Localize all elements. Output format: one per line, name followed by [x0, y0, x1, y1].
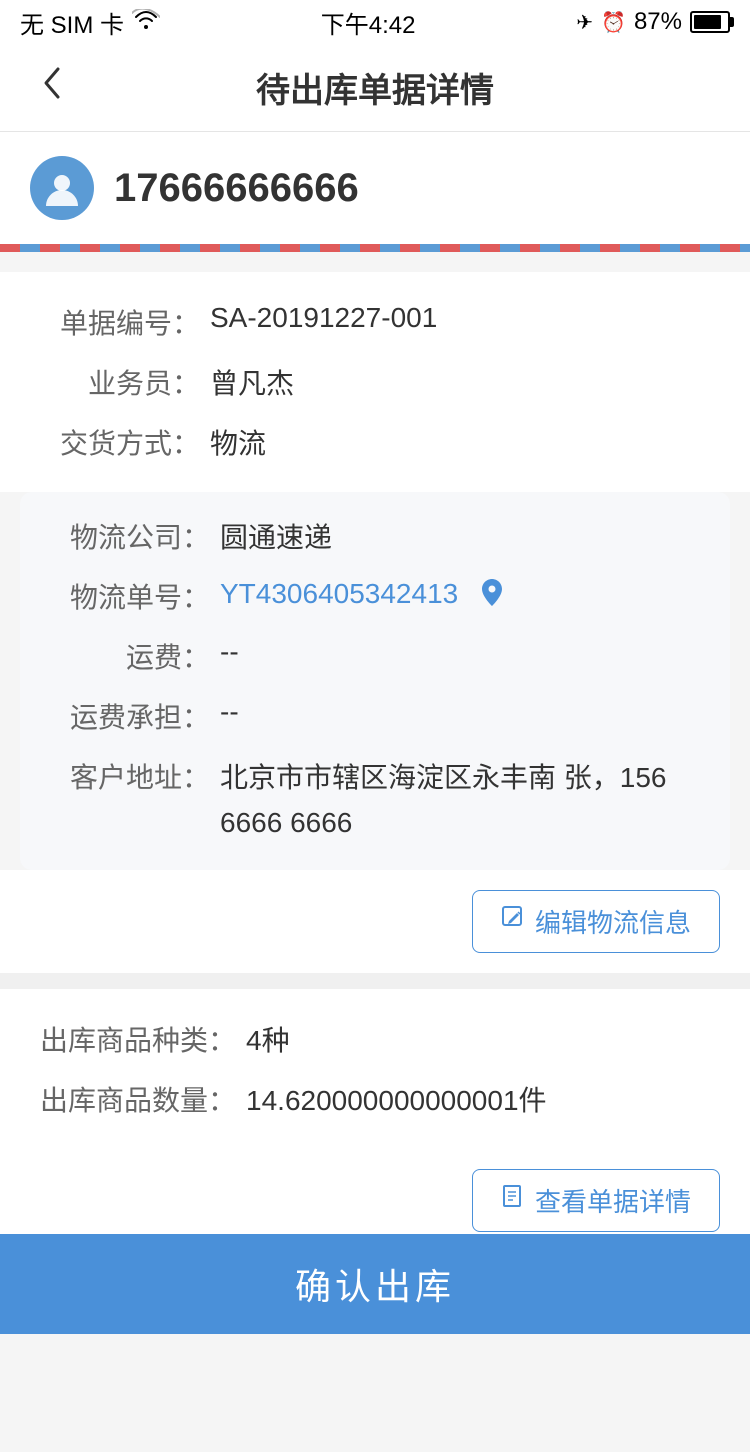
order-info-section: 单据编号： SA-20191227-001 业务员： 曾凡杰 交货方式： 物流 [0, 272, 750, 492]
back-button[interactable] [30, 53, 74, 122]
goods-type-value: 4种 [246, 1019, 710, 1059]
order-number-label: 单据编号： [40, 302, 200, 342]
order-number-row: 单据编号： SA-20191227-001 [40, 302, 710, 342]
avatar [30, 156, 94, 220]
customer-header: 17666666666 [0, 132, 750, 244]
logistics-company-value: 圆通速递 [220, 516, 700, 556]
nav-bar: 待出库单据详情 [0, 44, 750, 132]
address-value: 北京市市辖区海淀区永丰南 张，156 6666 6666 [220, 756, 700, 846]
address-label: 客户地址： [50, 756, 210, 796]
goods-section: 出库商品种类： 4种 出库商品数量： 14.620000000000001件 [0, 989, 750, 1149]
customer-phone: 17666666666 [114, 166, 359, 211]
wifi-icon [132, 8, 160, 36]
order-number-value: SA-20191227-001 [210, 302, 710, 334]
delivery-label: 交货方式： [40, 422, 200, 462]
goods-quantity-label: 出库商品数量： [40, 1079, 236, 1119]
freight-bearer-row: 运费承担： -- [50, 696, 700, 736]
delivery-value: 物流 [210, 422, 710, 462]
edit-logistics-label: 编辑物流信息 [535, 903, 691, 940]
salesperson-row: 业务员： 曾凡杰 [40, 362, 710, 402]
goods-type-label: 出库商品种类： [40, 1019, 236, 1059]
location-icon: ✈ [576, 10, 593, 35]
edit-icon [501, 905, 527, 938]
view-detail-button[interactable]: 查看单据详情 [472, 1169, 720, 1232]
map-pin-icon[interactable] [476, 576, 508, 615]
confirm-button[interactable]: 确认出库 [295, 1258, 455, 1310]
freight-value: -- [220, 636, 700, 668]
carrier-text: 无 SIM 卡 [20, 5, 124, 40]
status-right: ✈ ⏰ 87% [576, 8, 730, 36]
logistics-company-row: 物流公司： 圆通速递 [50, 516, 700, 556]
goods-quantity-row: 出库商品数量： 14.620000000000001件 [40, 1079, 710, 1119]
logistics-section: 物流公司： 圆通速递 物流单号： YT4306405342413 运费： -- … [50, 516, 700, 846]
battery-icon [690, 11, 730, 33]
freight-bearer-label: 运费承担： [50, 696, 210, 736]
freight-row: 运费： -- [50, 636, 700, 676]
document-icon [501, 1184, 527, 1217]
alarm-icon: ⏰ [601, 10, 626, 35]
salesperson-label: 业务员： [40, 362, 200, 402]
salesperson-value: 曾凡杰 [210, 362, 710, 402]
battery-text: 87% [634, 8, 682, 36]
address-row: 客户地址： 北京市市辖区海淀区永丰南 张，156 6666 6666 [50, 756, 700, 846]
section-separator [0, 973, 750, 989]
dashed-divider [0, 244, 750, 252]
logistics-company-label: 物流公司： [50, 516, 210, 556]
goods-type-row: 出库商品种类： 4种 [40, 1019, 710, 1059]
logistics-tracking-value: YT4306405342413 [220, 576, 700, 615]
goods-quantity-value: 14.620000000000001件 [246, 1079, 710, 1119]
logistics-tracking-label: 物流单号： [50, 576, 210, 616]
freight-bearer-value: -- [220, 696, 700, 728]
status-bar: 无 SIM 卡 下午4:42 ✈ ⏰ 87% [0, 0, 750, 44]
edit-btn-row: 编辑物流信息 [0, 870, 750, 973]
freight-label: 运费： [50, 636, 210, 676]
page-title: 待出库单据详情 [256, 63, 494, 112]
status-left: 无 SIM 卡 [20, 5, 160, 40]
view-detail-label: 查看单据详情 [535, 1182, 691, 1219]
logistics-tracking-row: 物流单号： YT4306405342413 [50, 576, 700, 616]
status-time: 下午4:42 [321, 5, 416, 40]
delivery-row: 交货方式： 物流 [40, 422, 710, 462]
edit-logistics-button[interactable]: 编辑物流信息 [472, 890, 720, 953]
confirm-bar: 确认出库 [0, 1234, 750, 1334]
